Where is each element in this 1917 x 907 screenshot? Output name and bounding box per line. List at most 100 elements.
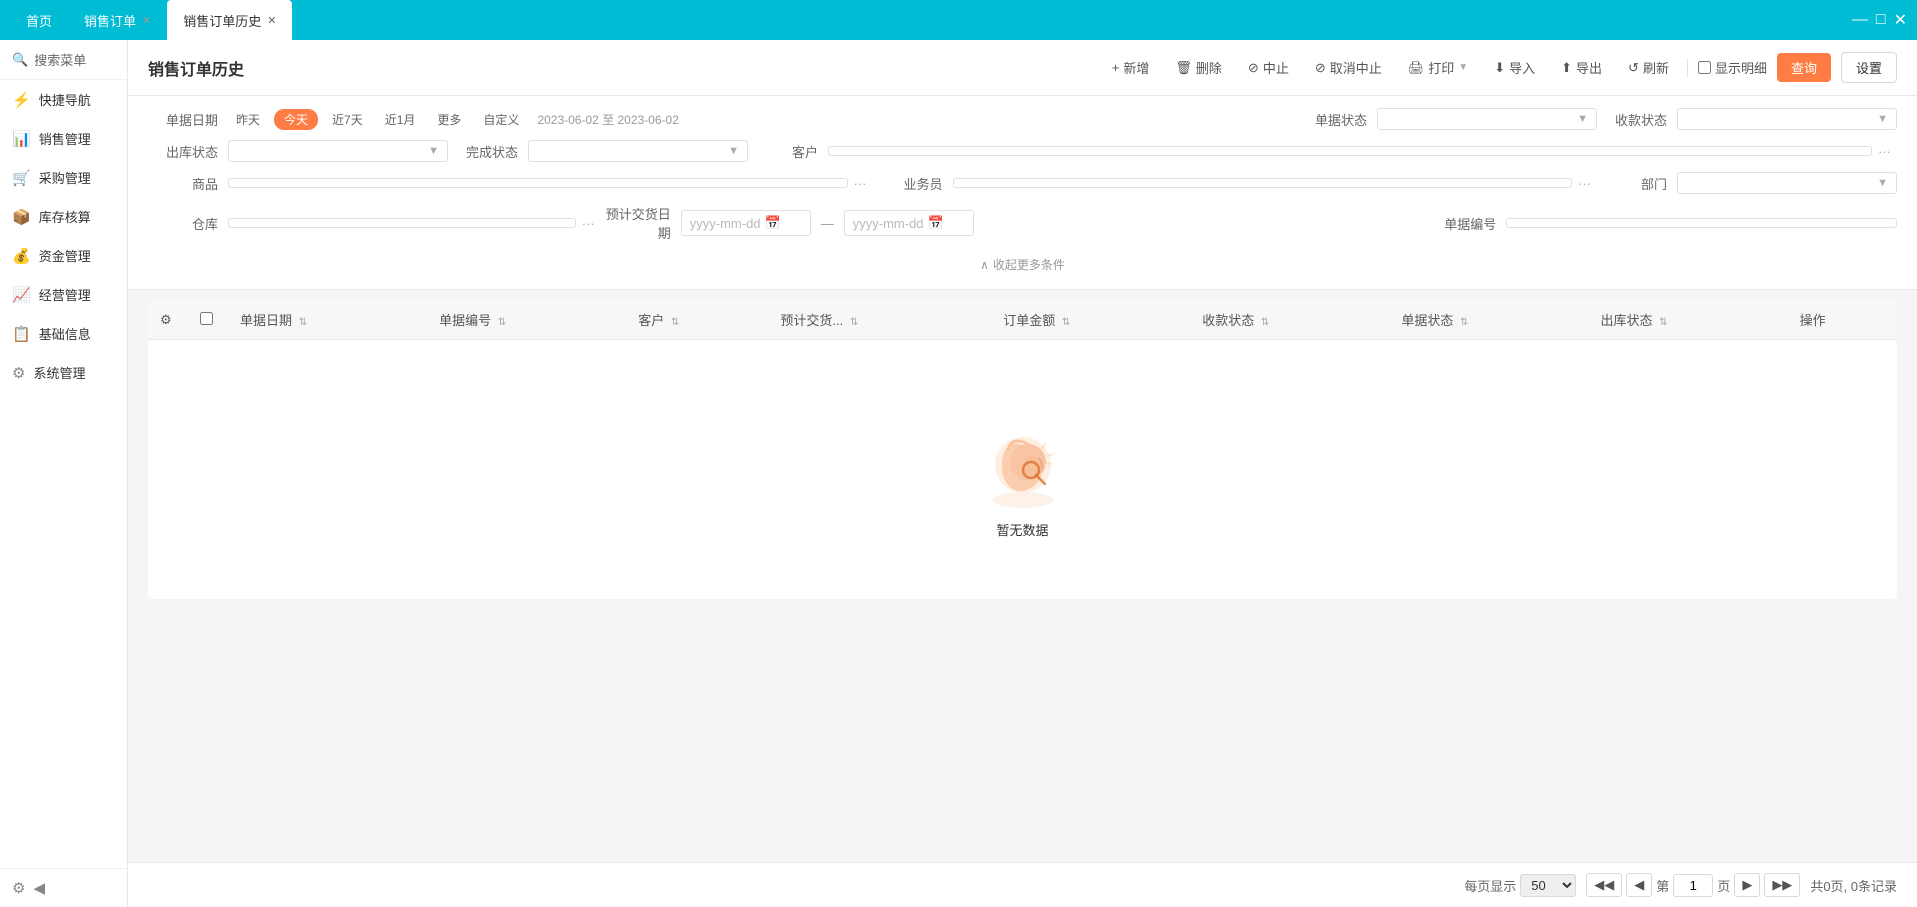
display-toggle[interactable]: 显示明细	[1698, 58, 1767, 77]
dept-select[interactable]: ▼	[1677, 172, 1897, 194]
filter-row-3: 商品 ··· 业务员 ··· 部门 ▼	[148, 172, 1897, 194]
date-btn-1month[interactable]: 近1月	[377, 109, 424, 130]
date-from-input[interactable]: yyyy-mm-dd 📅	[681, 210, 811, 236]
th-order-amount[interactable]: 订单金额 ⇅	[991, 300, 1190, 340]
out-status-select[interactable]: ▼	[228, 140, 448, 162]
tab-sales-order[interactable]: 销售订单 ✕	[68, 0, 167, 40]
date-btn-7days[interactable]: 近7天	[324, 109, 371, 130]
customer-select[interactable]	[828, 146, 1872, 156]
sidebar-item-operations[interactable]: 📈 经营管理	[0, 275, 127, 314]
bill-status-select[interactable]: ▼	[1377, 108, 1597, 130]
date-filter-value: 昨天 今天 近7天 近1月 更多 自定义 2023-06-02 至 2023-0…	[228, 109, 1297, 130]
new-button[interactable]: + 新增	[1104, 54, 1158, 81]
cancel-stop-button[interactable]: ⊘ 取消中止	[1307, 54, 1390, 81]
print-icon: 🖨	[1408, 60, 1425, 76]
salesperson-select[interactable]	[953, 178, 1573, 188]
next-page-btn[interactable]: ▶	[1734, 873, 1760, 897]
date-btn-yesterday[interactable]: 昨天	[228, 109, 268, 130]
tab-sales-order-history[interactable]: 销售订单历史 ✕	[167, 0, 292, 40]
tab-sales-order-history-label: 销售订单历史	[183, 11, 261, 30]
operations-icon: 📈	[12, 286, 31, 304]
th-bill-status-label: 单据状态	[1401, 313, 1453, 328]
collapse-label: 收起更多条件	[993, 256, 1065, 273]
warehouse-select[interactable]	[228, 218, 576, 228]
warehouse-dots[interactable]: ···	[576, 216, 601, 231]
th-out-status[interactable]: 出库状态 ⇅	[1588, 300, 1787, 340]
th-bill-no-sort-icon: ⇅	[498, 317, 506, 328]
customer-dots[interactable]: ···	[1872, 144, 1897, 159]
th-customer[interactable]: 客户 ⇅	[626, 300, 768, 340]
th-expected-delivery-label: 预计交货...	[780, 313, 843, 328]
sidebar-item-purchase-mgmt-label: 采购管理	[39, 168, 91, 187]
select-all-checkbox[interactable]	[200, 312, 213, 325]
goods-select[interactable]	[228, 178, 848, 188]
th-date[interactable]: 单据日期 ⇅	[228, 300, 427, 340]
prev-page-btn[interactable]: ◀	[1626, 873, 1652, 897]
export-button[interactable]: ⬆ 导出	[1553, 54, 1610, 81]
last-page-btn[interactable]: ▶▶	[1764, 873, 1800, 897]
window-close-btn[interactable]: ✕	[1894, 10, 1907, 30]
tab-home[interactable]: 首页	[10, 0, 68, 40]
table-header-row: ⚙ 单据日期 ⇅ 单据编号 ⇅	[148, 300, 1897, 340]
page-label: 第	[1656, 876, 1669, 895]
th-bill-status[interactable]: 单据状态 ⇅	[1389, 300, 1588, 340]
date-range-text: 2023-06-02 至 2023-06-02	[537, 111, 678, 128]
sidebar-item-sales-mgmt[interactable]: 📊 销售管理	[0, 119, 127, 158]
collapse-link[interactable]: ∧ 收起更多条件	[148, 252, 1897, 277]
import-button[interactable]: ⬇ 导入	[1486, 54, 1543, 81]
th-expected-delivery[interactable]: 预计交货... ⇅	[768, 300, 991, 340]
delete-icon: 🗑	[1175, 60, 1192, 76]
minimize-btn[interactable]: —	[1852, 11, 1868, 29]
th-bill-no[interactable]: 单据编号 ⇅	[427, 300, 626, 340]
th-receipt-status[interactable]: 收款状态 ⇅	[1190, 300, 1389, 340]
per-page-select[interactable]: 50 10 20 100	[1520, 874, 1576, 897]
th-checkbox[interactable]	[188, 300, 228, 340]
goods-dots[interactable]: ···	[848, 176, 873, 191]
delete-button[interactable]: 🗑 删除	[1167, 54, 1230, 81]
th-settings[interactable]: ⚙	[148, 300, 188, 340]
sidebar-item-sys-mgmt[interactable]: ⚙ 系统管理	[0, 353, 127, 392]
sidebar-item-finance[interactable]: 💰 资金管理	[0, 236, 127, 275]
import-icon: ⬇	[1494, 60, 1505, 76]
maximize-btn[interactable]: □	[1876, 11, 1886, 29]
date-btn-today[interactable]: 今天	[274, 109, 318, 130]
sidebar-collapse-icon[interactable]: ◀	[33, 879, 45, 897]
date-btn-more[interactable]: 更多	[429, 109, 469, 130]
first-page-btn[interactable]: ◀◀	[1586, 873, 1622, 897]
date-dash: —	[817, 216, 838, 231]
settings-gear-icon[interactable]: ⚙	[160, 312, 172, 327]
sidebar-item-basic-info[interactable]: 📋 基础信息	[0, 314, 127, 353]
settings-button[interactable]: 设置	[1841, 52, 1897, 83]
date-from-cal-icon: 📅	[765, 215, 781, 231]
refresh-label: 刷新	[1643, 58, 1669, 77]
sidebar-item-inventory[interactable]: 📦 库存核算	[0, 197, 127, 236]
basic-info-icon: 📋	[12, 325, 31, 343]
salesperson-dots[interactable]: ···	[1572, 176, 1597, 191]
stop-button[interactable]: ⊘ 中止	[1240, 54, 1297, 81]
tab-sales-order-history-close[interactable]: ✕	[267, 14, 276, 27]
refresh-button[interactable]: ↺ 刷新	[1620, 54, 1677, 81]
bill-status-label: 单据状态	[1297, 110, 1377, 129]
query-button[interactable]: 查询	[1777, 53, 1831, 82]
date-to-input[interactable]: yyyy-mm-dd 📅	[844, 210, 974, 236]
sidebar-search[interactable]: 🔍 搜索菜单	[0, 40, 127, 80]
sidebar-item-purchase-mgmt[interactable]: 🛒 采购管理	[0, 158, 127, 197]
print-button[interactable]: 🖨 打印 ▼	[1400, 54, 1476, 81]
th-date-sort-icon: ⇅	[299, 317, 307, 328]
complete-status-label: 完成状态	[448, 142, 528, 161]
page-header: 销售订单历史 + 新增 🗑 删除 ⊘ 中止 ⊘	[128, 40, 1917, 96]
receipt-status-select[interactable]: ▼	[1677, 108, 1897, 130]
bill-no-input[interactable]	[1506, 218, 1897, 228]
sidebar-item-quick-nav[interactable]: ⚡ 快捷导航	[0, 80, 127, 119]
complete-status-arrow: ▼	[728, 145, 739, 157]
table-area: ⚙ 单据日期 ⇅ 单据编号 ⇅	[128, 290, 1917, 862]
complete-status-select[interactable]: ▼	[528, 140, 748, 162]
date-btn-custom[interactable]: 自定义	[475, 109, 527, 130]
display-toggle-checkbox[interactable]	[1698, 61, 1711, 74]
th-bill-status-sort-icon: ⇅	[1460, 317, 1468, 328]
collapse-arrow-icon: ∧	[980, 258, 989, 272]
tab-sales-order-close[interactable]: ✕	[142, 14, 151, 27]
sidebar-settings-icon[interactable]: ⚙	[12, 879, 25, 897]
th-receipt-status-sort-icon: ⇅	[1261, 317, 1269, 328]
page-number-input[interactable]	[1673, 874, 1713, 897]
